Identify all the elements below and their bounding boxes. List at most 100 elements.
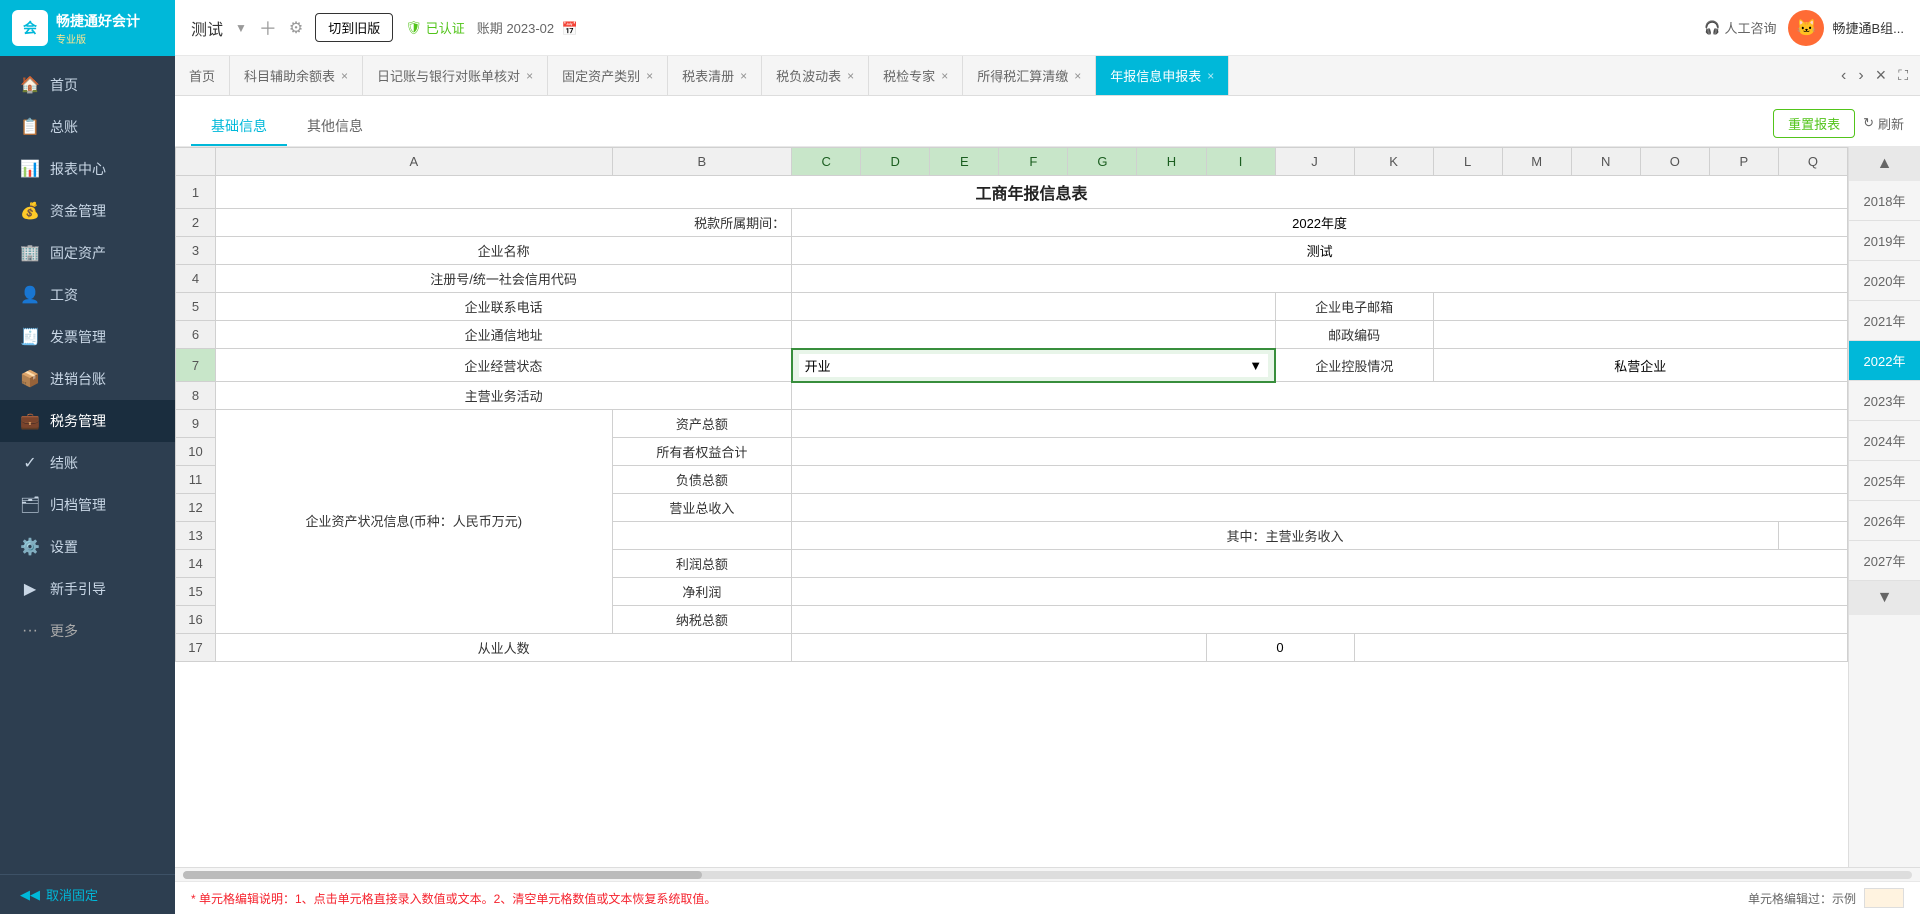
col-header-j[interactable]: J — [1275, 148, 1354, 176]
cell-total-profit-value[interactable] — [792, 550, 1848, 578]
sidebar-item-tax[interactable]: 💼 税务管理 — [0, 400, 175, 442]
tab-fixed-asset-type[interactable]: 固定资产类别 × — [548, 56, 668, 95]
cell-company-name-value[interactable]: 测试 — [792, 237, 1848, 265]
tab-subject-balance[interactable]: 科目辅助余额表 × — [230, 56, 363, 95]
switch-version-btn[interactable]: 切到旧版 — [315, 13, 393, 42]
cell-tax-period-value[interactable]: 2022年度 — [792, 209, 1848, 237]
col-header-b[interactable]: B — [612, 148, 792, 176]
cell-total-revenue-value[interactable] — [792, 494, 1848, 522]
cell-total-tax-value[interactable] — [792, 606, 1848, 634]
tab-close-all-btn[interactable]: × — [1872, 61, 1891, 90]
sidebar-item-funds[interactable]: 💰 资金管理 — [0, 190, 175, 232]
year-item-2022[interactable]: 2022年 — [1849, 341, 1920, 381]
cell-reg-num-value[interactable] — [792, 265, 1848, 293]
tab-next-btn[interactable]: › — [1854, 63, 1867, 89]
close-icon[interactable]: × — [941, 69, 948, 83]
col-header-g[interactable]: G — [1068, 148, 1137, 176]
close-icon[interactable]: × — [646, 69, 653, 83]
year-item-2023[interactable]: 2023年 — [1849, 381, 1920, 421]
cell-employees-value2[interactable]: 0 — [1206, 634, 1354, 662]
cell-total-assets-value[interactable] — [792, 410, 1848, 438]
dropdown-arrow-icon[interactable]: ▼ — [1249, 358, 1262, 373]
sidebar-item-fixed-assets[interactable]: 🏢 固定资产 — [0, 232, 175, 274]
col-header-k[interactable]: K — [1354, 148, 1433, 176]
tab-annual-report[interactable]: 年报信息申报表 × — [1096, 56, 1229, 95]
refresh-btn[interactable]: ↻ 刷新 — [1863, 114, 1904, 133]
col-header-c[interactable]: C — [792, 148, 861, 176]
sidebar-item-guide[interactable]: ▶ 新手引导 — [0, 568, 175, 610]
close-icon[interactable]: × — [341, 69, 348, 83]
horizontal-scrollbar[interactable] — [175, 867, 1920, 881]
sidebar-item-ledger[interactable]: 📋 总账 — [0, 106, 175, 148]
col-header-m[interactable]: M — [1502, 148, 1571, 176]
user-menu[interactable]: 🐱 畅捷通B组... — [1788, 10, 1904, 46]
year-scroll-up-btn[interactable]: ▲ — [1849, 147, 1920, 181]
sheet-title-cell[interactable]: 工商年报信息表 — [216, 176, 1848, 209]
col-header-f[interactable]: F — [999, 148, 1068, 176]
cell-equity-value[interactable] — [792, 438, 1848, 466]
help-btn[interactable]: 🎧 人工咨询 — [1704, 18, 1776, 37]
cell-postcode-value[interactable] — [1433, 321, 1847, 349]
col-header-h[interactable]: H — [1137, 148, 1206, 176]
add-tab-btn[interactable]: ＋ — [259, 15, 277, 41]
close-icon[interactable]: × — [847, 69, 854, 83]
reset-report-btn[interactable]: 重置报表 — [1773, 109, 1855, 138]
close-icon[interactable]: × — [740, 69, 747, 83]
subtab-other-info[interactable]: 其他信息 — [287, 108, 383, 146]
col-header-p[interactable]: P — [1709, 148, 1778, 176]
sidebar-collapse-btn[interactable]: ◀◀ 取消固定 — [0, 874, 175, 914]
subtab-basic-info[interactable]: 基础信息 — [191, 108, 287, 146]
col-header-l[interactable]: L — [1433, 148, 1502, 176]
col-header-i[interactable]: I — [1206, 148, 1275, 176]
gear-icon[interactable]: ⚙ — [289, 18, 303, 38]
cell-email-value[interactable] — [1433, 293, 1847, 321]
col-header-o[interactable]: O — [1640, 148, 1709, 176]
tab-income-tax[interactable]: 所得税汇算清缴 × — [963, 56, 1096, 95]
spreadsheet-main[interactable]: A B C D E F G H I J K L M — [175, 147, 1848, 867]
col-header-d[interactable]: D — [861, 148, 930, 176]
cell-employees-value3[interactable] — [1354, 634, 1847, 662]
year-item-2027[interactable]: 2027年 — [1849, 541, 1920, 581]
tab-tax-list[interactable]: 税表清册 × — [668, 56, 762, 95]
year-item-2026[interactable]: 2026年 — [1849, 501, 1920, 541]
year-item-2018[interactable]: 2018年 — [1849, 181, 1920, 221]
cell-phone-value[interactable] — [792, 293, 1275, 321]
sidebar-item-home[interactable]: 🏠 首页 — [0, 64, 175, 106]
tab-expand-btn[interactable]: ⛶ — [1894, 63, 1912, 88]
year-item-2024[interactable]: 2024年 — [1849, 421, 1920, 461]
sidebar-item-invoice[interactable]: 🧾 发票管理 — [0, 316, 175, 358]
sidebar-item-more[interactable]: ··· 更多 — [0, 610, 175, 652]
cell-debt-value[interactable] — [792, 466, 1848, 494]
tab-tax-burden[interactable]: 税负波动表 × — [762, 56, 869, 95]
col-header-e[interactable]: E — [930, 148, 999, 176]
cell-employees-value1[interactable] — [792, 634, 1206, 662]
sidebar-item-settings[interactable]: ⚙️ 设置 — [0, 526, 175, 568]
cell-main-biz-value[interactable] — [792, 382, 1848, 410]
tab-tax-expert[interactable]: 税检专家 × — [869, 56, 963, 95]
sidebar-item-reports[interactable]: 📊 报表中心 — [0, 148, 175, 190]
col-header-a[interactable]: A — [216, 148, 613, 176]
cell-main-revenue-value[interactable] — [1778, 522, 1847, 550]
close-icon[interactable]: × — [526, 69, 533, 83]
dropdown-cell[interactable]: 开业 ▼ — [799, 354, 1268, 377]
cell-biz-status-value[interactable]: 开业 ▼ — [792, 349, 1275, 382]
year-item-2021[interactable]: 2021年 — [1849, 301, 1920, 341]
col-header-n[interactable]: N — [1571, 148, 1640, 176]
sidebar-item-salary[interactable]: 👤 工资 — [0, 274, 175, 316]
year-item-2020[interactable]: 2020年 — [1849, 261, 1920, 301]
tab-journal-bank[interactable]: 日记账与银行对账单核对 × — [363, 56, 548, 95]
cell-net-profit-value[interactable] — [792, 578, 1848, 606]
cell-address-value[interactable] — [792, 321, 1275, 349]
scroll-thumb[interactable] — [183, 871, 702, 879]
tab-prev-btn[interactable]: ‹ — [1837, 63, 1850, 89]
year-scroll-down-btn[interactable]: ▼ — [1849, 581, 1920, 615]
col-header-q[interactable]: Q — [1778, 148, 1847, 176]
close-icon[interactable]: × — [1074, 69, 1081, 83]
year-item-2025[interactable]: 2025年 — [1849, 461, 1920, 501]
cell-holding-value[interactable]: 私营企业 — [1433, 349, 1847, 382]
sidebar-item-inventory[interactable]: 📦 进销台账 — [0, 358, 175, 400]
sidebar-item-archive[interactable]: 🗂 归档管理 — [0, 484, 175, 526]
close-icon[interactable]: × — [1207, 69, 1214, 83]
year-item-2019[interactable]: 2019年 — [1849, 221, 1920, 261]
sidebar-item-closing[interactable]: ✓ 结账 — [0, 442, 175, 484]
